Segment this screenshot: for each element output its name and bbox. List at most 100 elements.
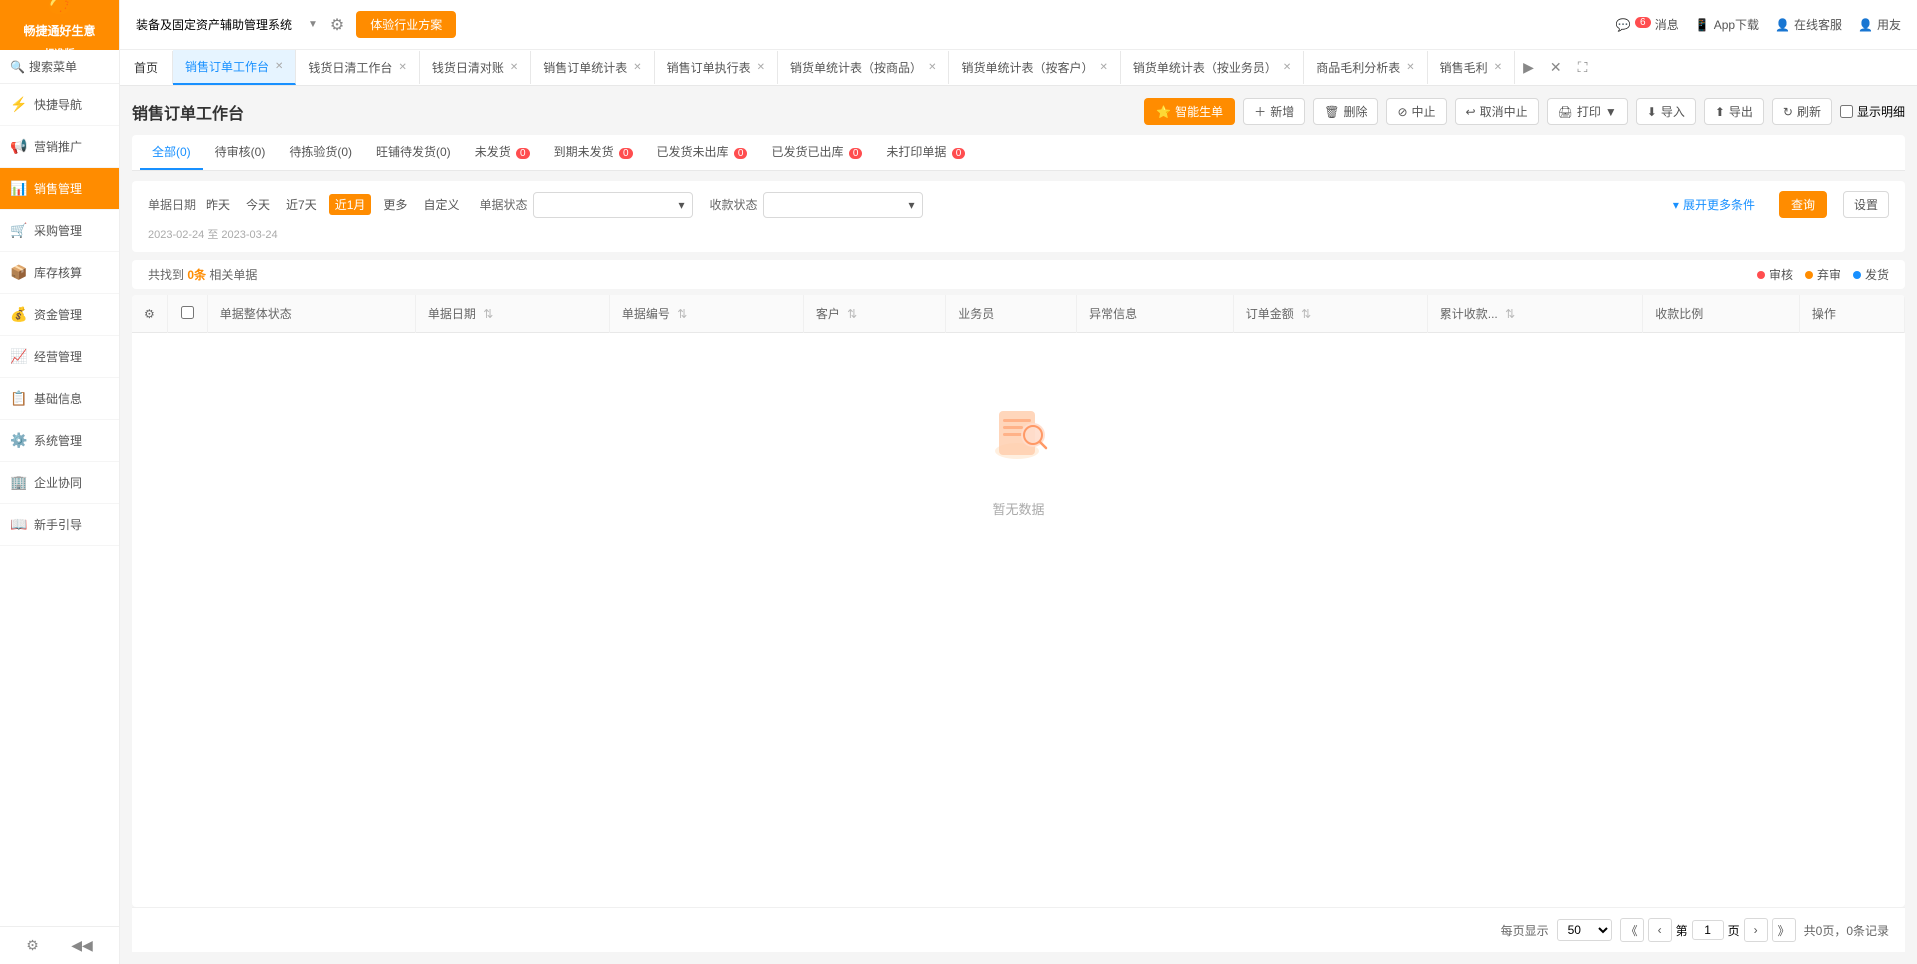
sidebar-item-quick-nav[interactable]: ⚡ 快捷导航 bbox=[0, 84, 119, 126]
page-last-btn[interactable]: 》 bbox=[1772, 918, 1796, 942]
sidebar-item-enterprise-label: 企业协同 bbox=[34, 474, 82, 491]
message-action[interactable]: 💬 6 消息 bbox=[1616, 16, 1679, 33]
select-all-checkbox[interactable] bbox=[181, 306, 194, 319]
close-tab-sales-staff[interactable]: ✕ bbox=[1283, 62, 1291, 73]
sub-tab-pending-review[interactable]: 待审核(0) bbox=[203, 135, 278, 170]
online-service-action[interactable]: 👤 在线客服 bbox=[1775, 16, 1842, 33]
sidebar-item-finance[interactable]: 💰 资金管理 bbox=[0, 294, 119, 336]
close-tab-cash-daily[interactable]: ✕ bbox=[398, 62, 406, 73]
sidebar-item-guide[interactable]: 📖 新手引导 bbox=[0, 504, 119, 546]
sidebar-item-purchase[interactable]: 🛒 采购管理 bbox=[0, 210, 119, 252]
sidebar-item-operation[interactable]: 📈 经营管理 bbox=[0, 336, 119, 378]
th-checkbox[interactable] bbox=[167, 295, 207, 333]
search-menu-item[interactable]: 🔍 搜索菜单 bbox=[0, 50, 119, 84]
th-customer[interactable]: 客户 ⇅ bbox=[803, 295, 945, 333]
tab-sales-workbench[interactable]: 销售订单工作台 ✕ bbox=[173, 50, 296, 85]
sub-tab-not-shipped[interactable]: 未发货 0 bbox=[463, 135, 542, 170]
date-opt-yesterday[interactable]: 昨天 bbox=[202, 194, 234, 215]
collapse-icon[interactable]: ◀◀ bbox=[71, 937, 93, 954]
sub-tab-pending-pickup[interactable]: 待拣验货(0) bbox=[277, 135, 364, 170]
filter-status-select[interactable]: ▾ bbox=[533, 192, 693, 218]
import-btn[interactable]: ⬇ 导入 bbox=[1636, 98, 1696, 125]
header-settings-icon[interactable]: ⚙ bbox=[330, 15, 344, 35]
tab-sales-customer[interactable]: 销货单统计表（按客户） ✕ bbox=[949, 51, 1120, 84]
close-tab-sales-product[interactable]: ✕ bbox=[928, 62, 936, 73]
th-number[interactable]: 单据编号 ⇅ bbox=[609, 295, 803, 333]
app-download-action[interactable]: 📱 App下载 bbox=[1695, 16, 1759, 33]
th-settings[interactable]: ⚙ bbox=[132, 295, 167, 333]
tab-home[interactable]: 首页 bbox=[120, 51, 173, 84]
close-tab-sales-exec[interactable]: ✕ bbox=[757, 62, 765, 73]
close-tab-sales-workbench[interactable]: ✕ bbox=[275, 61, 283, 72]
tab-scroll-right[interactable]: ▶ bbox=[1515, 59, 1542, 76]
sub-tab-shipped-out[interactable]: 已发货已出库 0 bbox=[759, 135, 874, 170]
date-opt-7days[interactable]: 近7天 bbox=[282, 194, 321, 215]
tab-cash-reconcile[interactable]: 钱货日清对账 ✕ bbox=[420, 51, 531, 84]
export-btn[interactable]: ⬆ 导出 bbox=[1704, 98, 1764, 125]
sidebar-item-sales[interactable]: 📊 销售管理 bbox=[0, 168, 119, 210]
close-tab-sales-customer[interactable]: ✕ bbox=[1099, 62, 1107, 73]
close-tab-sales-profit[interactable]: ✕ bbox=[1494, 62, 1502, 73]
show-detail-checkbox[interactable] bbox=[1840, 105, 1853, 118]
system-name-dropdown[interactable]: ▼ bbox=[308, 19, 318, 30]
delete-btn[interactable]: 🗑 删除 bbox=[1313, 98, 1378, 125]
tab-close-all[interactable]: ✕ bbox=[1542, 59, 1570, 76]
sub-tab-not-printed[interactable]: 未打印单据 0 bbox=[874, 135, 977, 170]
smart-generate-btn[interactable]: ⭐ 智能生单 bbox=[1144, 98, 1235, 125]
date-opt-more[interactable]: 更多 bbox=[379, 194, 411, 215]
settings-filter-btn[interactable]: 设置 bbox=[1843, 191, 1889, 218]
sidebar-item-inventory[interactable]: 📦 库存核算 bbox=[0, 252, 119, 294]
settings-bottom-icon[interactable]: ⚙ bbox=[26, 937, 39, 954]
filter-payment-select[interactable]: ▾ bbox=[763, 192, 923, 218]
tab-sales-exec[interactable]: 销售订单执行表 ✕ bbox=[655, 51, 778, 84]
audit-action[interactable]: 审核 bbox=[1757, 266, 1793, 283]
sidebar-item-basic[interactable]: 📋 基础信息 bbox=[0, 378, 119, 420]
stop-icon: ⊘ bbox=[1397, 105, 1407, 119]
page-input[interactable] bbox=[1692, 920, 1724, 940]
cancel-stop-btn[interactable]: ↩ 取消中止 bbox=[1455, 98, 1539, 125]
refresh-btn[interactable]: ↻ 刷新 bbox=[1772, 98, 1832, 125]
page-next-btn[interactable]: › bbox=[1744, 918, 1768, 942]
sub-tab-wangpu[interactable]: 旺铺待发货(0) bbox=[364, 135, 463, 170]
date-opt-custom[interactable]: 自定义 bbox=[419, 194, 463, 215]
sub-tab-all[interactable]: 全部(0) bbox=[140, 135, 203, 170]
sidebar-item-enterprise[interactable]: 🏢 企业协同 bbox=[0, 462, 119, 504]
industry-btn[interactable]: 体验行业方案 bbox=[356, 11, 456, 38]
th-collected[interactable]: 累计收款... ⇅ bbox=[1427, 295, 1642, 333]
basic-icon: 📋 bbox=[10, 390, 28, 407]
tab-sales-profit[interactable]: 销售毛利 ✕ bbox=[1428, 51, 1515, 84]
date-opt-1month[interactable]: 近1月 bbox=[329, 194, 372, 215]
refresh-label: 刷新 bbox=[1797, 103, 1821, 120]
sub-tab-overdue-not-shipped[interactable]: 到期未发货 0 bbox=[542, 135, 645, 170]
delete-label: 删除 bbox=[1343, 103, 1367, 120]
show-detail-checkbox-wrapper[interactable]: 显示明细 bbox=[1840, 103, 1905, 120]
close-tab-sales-stats[interactable]: ✕ bbox=[633, 62, 641, 73]
print-btn[interactable]: 🖨 打印 ▼ bbox=[1547, 98, 1628, 125]
th-date[interactable]: 单据日期 ⇅ bbox=[415, 295, 609, 333]
tab-sales-stats[interactable]: 销售订单统计表 ✕ bbox=[531, 51, 654, 84]
user-action[interactable]: 👤 用友 bbox=[1858, 16, 1901, 33]
tab-cash-daily[interactable]: 钱货日清工作台 ✕ bbox=[296, 51, 419, 84]
tab-product-margin[interactable]: 商品毛利分析表 ✕ bbox=[1304, 51, 1427, 84]
sub-tab-shipped-not-out[interactable]: 已发货未出库 0 bbox=[645, 135, 760, 170]
date-opt-today[interactable]: 今天 bbox=[242, 194, 274, 215]
close-tab-cash-reconcile[interactable]: ✕ bbox=[510, 62, 518, 73]
ship-action[interactable]: 发货 bbox=[1853, 266, 1889, 283]
expand-filter-btn[interactable]: ▾ 展开更多条件 bbox=[1673, 196, 1755, 213]
sidebar-item-system[interactable]: ⚙️ 系统管理 bbox=[0, 420, 119, 462]
stop-btn[interactable]: ⊘ 中止 bbox=[1386, 98, 1446, 125]
add-btn[interactable]: ＋ 新增 bbox=[1243, 98, 1305, 125]
query-btn[interactable]: 查询 bbox=[1779, 191, 1827, 218]
per-page-select[interactable]: 50 100 200 bbox=[1557, 919, 1612, 941]
page-first-btn[interactable]: 《 bbox=[1620, 918, 1644, 942]
online-service-label: 在线客服 bbox=[1794, 16, 1842, 33]
tab-sales-staff[interactable]: 销货单统计表（按业务员） ✕ bbox=[1121, 51, 1304, 84]
sidebar-item-marketing[interactable]: 📢 营销推广 bbox=[0, 126, 119, 168]
th-amount[interactable]: 订单金额 ⇅ bbox=[1233, 295, 1427, 333]
page-prev-btn[interactable]: ‹ bbox=[1648, 918, 1672, 942]
close-tab-product-margin[interactable]: ✕ bbox=[1406, 62, 1414, 73]
tab-maximize[interactable]: ⛶ bbox=[1570, 59, 1596, 76]
pagination: 每页显示 50 100 200 《 ‹ 第 页 › 》 共0页，0条记录 bbox=[132, 907, 1905, 952]
reject-action[interactable]: 弃审 bbox=[1805, 266, 1841, 283]
tab-sales-product[interactable]: 销货单统计表（按商品） ✕ bbox=[778, 51, 949, 84]
